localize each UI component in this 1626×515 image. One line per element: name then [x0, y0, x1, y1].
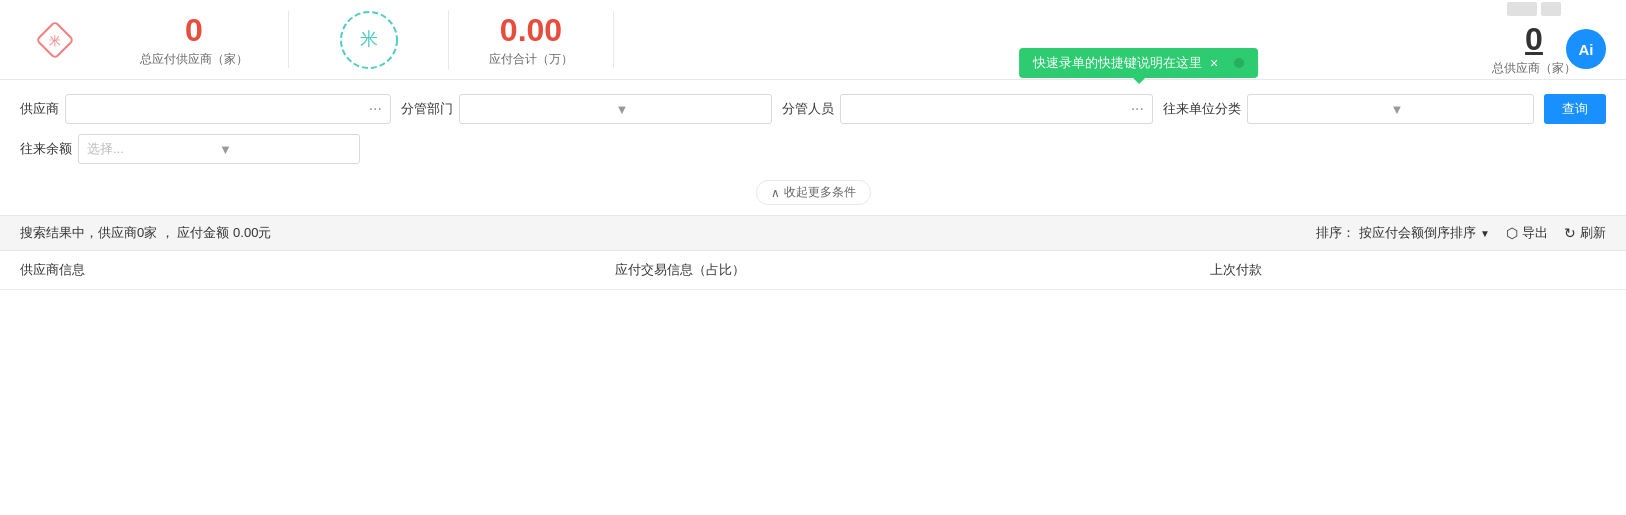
- export-label: 导出: [1522, 224, 1548, 242]
- svg-text:米: 米: [360, 29, 378, 49]
- col-supplier-header: 供应商信息: [20, 261, 615, 279]
- ai-badge[interactable]: Ai: [1566, 29, 1606, 69]
- export-button[interactable]: ⬡ 导出: [1506, 224, 1548, 242]
- supplier-input-wrap[interactable]: ···: [65, 94, 391, 124]
- export-icon: ⬡: [1506, 225, 1518, 241]
- ai-label: Ai: [1579, 41, 1594, 58]
- supplier-input[interactable]: [74, 102, 369, 117]
- unit-select[interactable]: ▼: [1247, 94, 1534, 124]
- stats-bar: 米 0 总应付供应商（家） 米 0.00 应付合计（万） 快速录单的快捷键说明在…: [0, 0, 1626, 80]
- tooltip-text: 快速录单的快捷键说明在这里: [1033, 54, 1202, 72]
- collapse-icon: ∧: [771, 186, 780, 200]
- collapse-button[interactable]: ∧ 收起更多条件: [756, 180, 871, 205]
- filter-unit: 往来单位分类 ▼: [1163, 94, 1534, 124]
- payable-total-label: 应付合计（万）: [489, 51, 573, 68]
- table-body: [0, 290, 1626, 515]
- filter-area: 供应商 ··· 分管部门 ▼ 分管人员 ··· 往来单位分类: [0, 80, 1626, 216]
- search-button[interactable]: 查询: [1544, 94, 1606, 124]
- department-label: 分管部门: [401, 100, 453, 118]
- tooltip-close-button[interactable]: ×: [1210, 56, 1218, 70]
- results-separator: ，: [161, 225, 174, 240]
- person-input-wrap[interactable]: ···: [840, 94, 1153, 124]
- person-input[interactable]: [849, 102, 1131, 117]
- results-text: 搜索结果中，供应商0家: [20, 225, 157, 240]
- payable-suppliers-number: 0: [185, 11, 203, 49]
- payable-total-number: 0.00: [500, 11, 562, 49]
- balance-select[interactable]: 选择... ▼: [78, 134, 360, 164]
- sort-chevron-icon: ▼: [1480, 228, 1490, 239]
- tooltip-bubble: 快速录单的快捷键说明在这里 ×: [1019, 48, 1258, 78]
- supplier-dots[interactable]: ···: [369, 100, 382, 118]
- person-label: 分管人员: [782, 100, 834, 118]
- balance-chevron-icon: ▼: [219, 142, 351, 157]
- sort-value: 按应付会额倒序排序: [1359, 224, 1476, 242]
- sort-label: 排序：: [1316, 224, 1355, 242]
- unit-label: 往来单位分类: [1163, 100, 1241, 118]
- total-suppliers-number: 0: [1525, 20, 1543, 58]
- payable-icon-area: 米: [289, 10, 449, 70]
- payable-icon: 米: [339, 10, 399, 70]
- filter-supplier: 供应商 ···: [20, 94, 391, 124]
- refresh-icon: ↻: [1564, 225, 1576, 241]
- sort-select[interactable]: 排序： 按应付会额倒序排序 ▼: [1316, 224, 1490, 242]
- results-bar: 搜索结果中，供应商0家 ， 应付金额 0.00元 排序： 按应付会额倒序排序 ▼…: [0, 216, 1626, 251]
- svg-text:米: 米: [49, 34, 61, 48]
- tooltip-dot: [1234, 58, 1244, 68]
- supplier-label: 供应商: [20, 100, 59, 118]
- filter-balance: 往来余额 选择... ▼: [20, 134, 360, 164]
- filter-row-2: 往来余额 选择... ▼: [20, 134, 360, 164]
- unit-chevron-icon: ▼: [1391, 102, 1526, 117]
- logo-icon: 米: [30, 15, 80, 65]
- filter-row-1: 供应商 ··· 分管部门 ▼ 分管人员 ··· 往来单位分类: [20, 94, 1606, 124]
- results-actions: 排序： 按应付会额倒序排序 ▼ ⬡ 导出 ↻ 刷新: [1316, 224, 1606, 242]
- balance-placeholder: 选择...: [87, 140, 219, 158]
- payable-suppliers-label: 总应付供应商（家）: [140, 51, 248, 68]
- table-header: 供应商信息 应付交易信息（占比） 上次付款: [0, 251, 1626, 290]
- collapse-label: 收起更多条件: [784, 184, 856, 201]
- refresh-button[interactable]: ↻ 刷新: [1564, 224, 1606, 242]
- collapse-bar: ∧ 收起更多条件: [20, 174, 1606, 207]
- filter-person: 分管人员 ···: [782, 94, 1153, 124]
- col-trade-header: 应付交易信息（占比）: [615, 261, 1210, 279]
- refresh-label: 刷新: [1580, 224, 1606, 242]
- person-dots[interactable]: ···: [1131, 100, 1144, 118]
- department-chevron-icon: ▼: [616, 102, 764, 117]
- col-payment-header: 上次付款: [1210, 261, 1607, 279]
- stat-payable-total: 0.00 应付合计（万）: [449, 11, 614, 68]
- stat-payable-suppliers: 0 总应付供应商（家）: [100, 11, 289, 68]
- total-suppliers-label: 总供应商（家）: [1492, 60, 1576, 77]
- filter-department: 分管部门 ▼: [401, 94, 772, 124]
- results-info: 搜索结果中，供应商0家 ， 应付金额 0.00元: [20, 224, 1316, 242]
- department-select[interactable]: ▼: [459, 94, 772, 124]
- balance-label: 往来余额: [20, 140, 72, 158]
- results-amount: 应付金额 0.00元: [177, 225, 271, 240]
